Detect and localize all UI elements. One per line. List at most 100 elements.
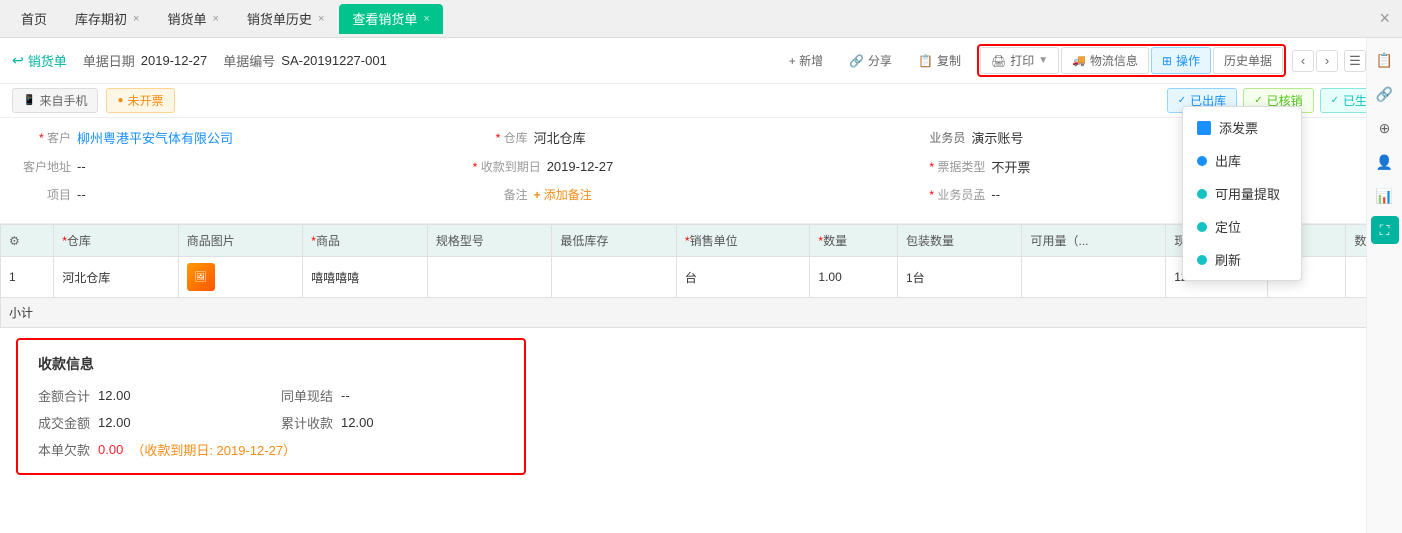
- dropdown-add-invoice[interactable]: 添发票: [1183, 111, 1301, 144]
- address-value: --: [77, 159, 86, 174]
- tab-home[interactable]: 首页: [8, 4, 60, 34]
- tab-close-sales[interactable]: ×: [212, 13, 218, 25]
- subtotal-label: 小计: [1, 298, 1402, 328]
- sidebar-chart-icon[interactable]: 📊: [1371, 182, 1399, 210]
- staff-group: 业务员 演示账号: [929, 128, 1386, 147]
- address-label: 客户地址: [16, 158, 71, 175]
- nav-arrows: ‹ ›: [1292, 50, 1338, 72]
- product-image: 🖼: [187, 263, 215, 291]
- col-settings[interactable]: ⚙: [1, 225, 54, 257]
- share-button[interactable]: 🔗 分享: [839, 48, 902, 73]
- receipt-info-box: 收款信息 金额合计 12.00 同单现结 -- 成交金额 12.00 累计收款 …: [16, 338, 526, 475]
- warehouse-label: 仓库: [473, 129, 528, 146]
- main-content: ↩ 销货单 单据日期 2019-12-27 单据编号 SA-20191227-0…: [0, 38, 1402, 533]
- dropdown-available-extract[interactable]: 可用量提取: [1183, 177, 1301, 210]
- toolbar: ↩ 销货单 单据日期 2019-12-27 单据编号 SA-20191227-0…: [0, 38, 1402, 84]
- tab-view-sales-order[interactable]: 查看销货单 ×: [339, 4, 442, 34]
- right-sidebar: 📋 🔗 ⊕ 👤 📊 ⛶: [1366, 38, 1402, 533]
- row-min-stock: [552, 257, 677, 298]
- dispatch-icon: [1197, 156, 1207, 166]
- form-row-1: 客户 柳州粤港平安气体有限公司 仓库 河北仓库 业务员 演示账号: [16, 128, 1386, 147]
- tab-bar-right: ×: [1375, 8, 1394, 29]
- locate-icon: [1197, 222, 1207, 232]
- window-close-button[interactable]: ×: [1375, 8, 1394, 29]
- receipt-overdue-row: 本单欠款 0.00 （收款到期日: 2019-12-27）: [38, 440, 504, 459]
- status-no-invoice[interactable]: ● 未开票: [106, 88, 174, 113]
- refresh-icon: [1197, 255, 1207, 265]
- tab-sales-history[interactable]: 销货单历史 ×: [234, 4, 337, 34]
- tab-close-inventory[interactable]: ×: [133, 13, 139, 25]
- dropdown-locate[interactable]: 定位: [1183, 210, 1301, 243]
- receipt-total-row: 金额合计 12.00: [38, 386, 261, 405]
- receipt-title: 收款信息: [38, 354, 504, 374]
- list-view-button[interactable]: ☰: [1344, 50, 1366, 72]
- customer-label: 客户: [16, 129, 71, 146]
- col-available: 可用量（...: [1022, 225, 1166, 257]
- doc-type-label: ↩ 销货单: [12, 51, 67, 70]
- col-warehouse: *仓库: [54, 225, 179, 257]
- same-order-value: --: [341, 388, 350, 403]
- staff2-label: 业务员孟: [929, 186, 985, 203]
- copy-button[interactable]: 📋 复制: [908, 48, 971, 73]
- staff2-group: 业务员孟 --: [929, 186, 1386, 203]
- dropdown-dispatch[interactable]: 出库: [1183, 144, 1301, 177]
- receipt-same-order-row: 同单现结 --: [281, 386, 504, 405]
- print-operate-highlight: 🖨 打印 ▼ 🚚 物流信息 ⊞ 操作 历史单据: [977, 44, 1286, 77]
- doc-number-field: 单据编号 SA-20191227-001: [223, 51, 387, 70]
- col-product: *商品: [303, 225, 428, 257]
- customer-value[interactable]: 柳州粤港平安气体有限公司: [77, 128, 233, 147]
- tab-close-view[interactable]: ×: [423, 13, 429, 25]
- row-index: 1: [1, 257, 54, 298]
- row-available: [1022, 257, 1166, 298]
- sidebar-expand-icon[interactable]: ⛶: [1371, 216, 1399, 244]
- overdue-label: 本单欠款: [38, 440, 90, 459]
- col-pack: 包装数量: [897, 225, 1022, 257]
- sidebar-doc-icon[interactable]: 📋: [1371, 46, 1399, 74]
- total-value: 12.00: [98, 388, 131, 403]
- staff-sub-label: 业务员: [929, 129, 965, 146]
- operate-dropdown: 添发票 出库 可用量提取 定位 刷新: [1182, 106, 1302, 281]
- status-mobile[interactable]: 📱 来自手机: [12, 88, 98, 113]
- row-warehouse: 河北仓库: [54, 257, 179, 298]
- project-label: 项目: [16, 186, 71, 203]
- cumulative-label: 累计收款: [281, 413, 333, 432]
- tab-close-history[interactable]: ×: [318, 13, 324, 25]
- project-value: --: [77, 187, 86, 202]
- dropdown-refresh[interactable]: 刷新: [1183, 243, 1301, 276]
- col-quantity: *数量: [810, 225, 898, 257]
- logistics-button[interactable]: 🚚 物流信息: [1061, 47, 1149, 74]
- prev-record-button[interactable]: ‹: [1292, 50, 1314, 72]
- history-button[interactable]: 历史单据: [1213, 47, 1283, 74]
- ticket-group: 票据类型 不开票: [929, 157, 1386, 176]
- staff-value: 演示账号: [971, 128, 1023, 147]
- operate-button[interactable]: ⊞ 操作: [1151, 47, 1211, 74]
- available-extract-icon: [1197, 189, 1207, 199]
- receipt-transaction-row: 成交金额 12.00: [38, 413, 261, 432]
- tab-inventory-init[interactable]: 库存期初 ×: [62, 4, 152, 34]
- tab-sales-order[interactable]: 销货单 ×: [154, 4, 231, 34]
- same-order-label: 同单现结: [281, 386, 333, 405]
- col-unit: *销售单位: [676, 225, 810, 257]
- overdue-note: （收款到期日: 2019-12-27）: [131, 440, 296, 459]
- address-group: 客户地址 --: [16, 158, 473, 175]
- sidebar-add-icon[interactable]: ⊕: [1371, 114, 1399, 142]
- sidebar-link-icon[interactable]: 🔗: [1371, 80, 1399, 108]
- print-button[interactable]: 🖨 打印 ▼: [980, 47, 1059, 74]
- due-date-value: 2019-12-27: [547, 159, 614, 174]
- cumulative-value: 12.00: [341, 415, 374, 430]
- status-left: 📱 来自手机 ● 未开票: [12, 88, 175, 113]
- transaction-value: 12.00: [98, 415, 131, 430]
- note-label: 备注: [473, 186, 528, 203]
- next-record-button[interactable]: ›: [1316, 50, 1338, 72]
- col-image: 商品图片: [178, 225, 303, 257]
- project-group: 项目 --: [16, 186, 473, 203]
- sidebar-user-icon[interactable]: 👤: [1371, 148, 1399, 176]
- add-invoice-icon: [1197, 121, 1211, 135]
- new-button[interactable]: + 新增: [779, 48, 833, 73]
- row-product: 嘻嘻嘻嘻: [303, 257, 428, 298]
- row-pack: 1台: [897, 257, 1022, 298]
- receipt-cumulative-row: 累计收款 12.00: [281, 413, 504, 432]
- col-min-stock: 最低库存: [552, 225, 677, 257]
- tab-bar: 首页 库存期初 × 销货单 × 销货单历史 × 查看销货单 × ×: [0, 0, 1402, 38]
- add-note-button[interactable]: 添加备注: [534, 186, 592, 203]
